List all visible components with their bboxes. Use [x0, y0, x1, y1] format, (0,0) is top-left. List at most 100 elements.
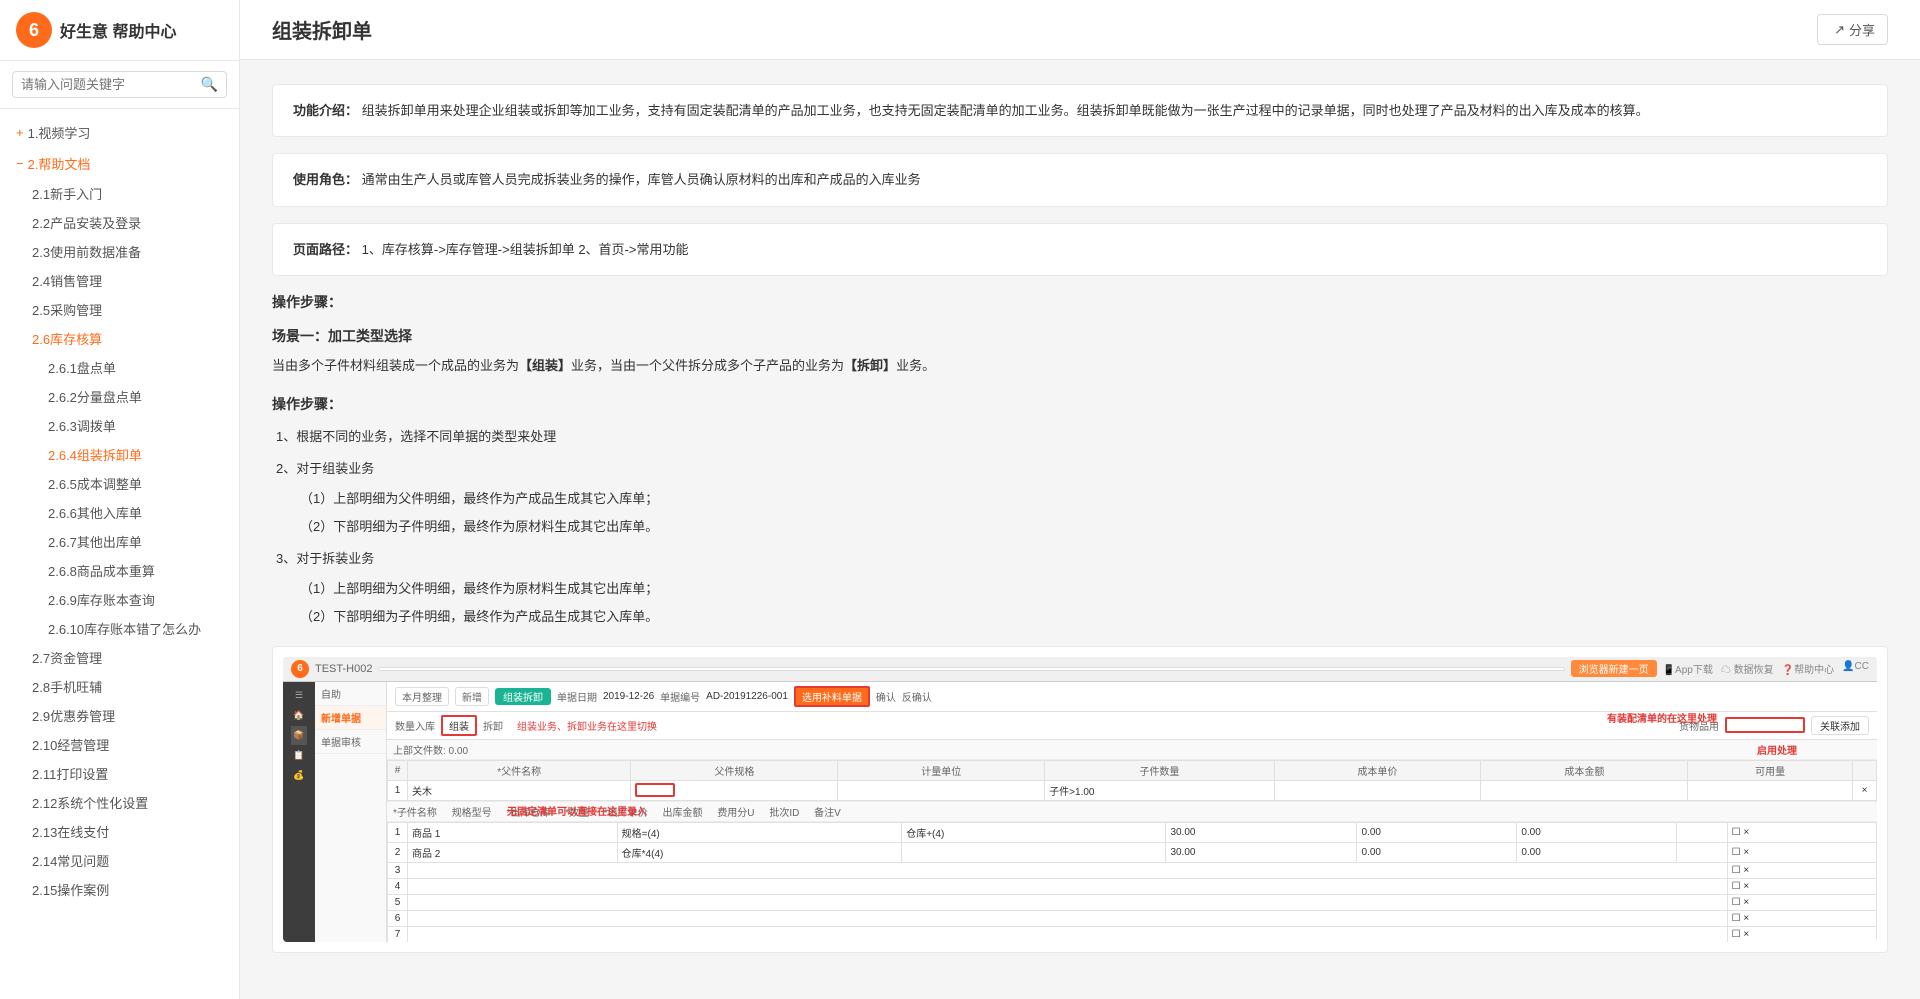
logo-text: 好生意 帮助中心	[60, 18, 176, 42]
function-intro-label: 功能介绍：	[293, 103, 358, 118]
step2-sub1: （1）上部明细为父件明细，最终作为产成品生成其它入库单；	[300, 486, 1888, 512]
sidebar-item-inv9[interactable]: 2.6.9库存账本查询	[0, 585, 239, 614]
ss-lower-row4: 4 ☐ ×	[388, 878, 1877, 894]
ss-lcell-qty2: 30.00	[1166, 842, 1357, 862]
ss-upper-tbody: 1 关木 子件>1.00 ×	[388, 780, 1877, 800]
ss-lcell-empty5	[408, 894, 1728, 910]
role-label: 使用角色：	[293, 172, 358, 187]
search-icon[interactable]: 🔍	[201, 76, 218, 93]
search-area: 🔍	[0, 61, 239, 109]
ss-lcell-wh2	[902, 842, 1166, 862]
ss-lower-row2: 2 商品 2 仓库*4(4) 30.00 0.00 0.00 ☐ ×	[388, 842, 1877, 862]
ss-th-goods: *父件名称	[408, 760, 631, 780]
ss-lcell-action4: ☐ ×	[1727, 878, 1876, 894]
annotation1-label: 有装配清单的在这里处理	[1607, 710, 1717, 725]
expand-icon: +	[16, 125, 24, 140]
share-button[interactable]: ↗ 分享	[1817, 14, 1888, 45]
step-list: 1、根据不同的业务，选择不同单据的类型来处理 2、对于组装业务 （1）上部明细为…	[276, 424, 1888, 630]
sidebar-item-inv7[interactable]: 2.6.7其他出库单	[0, 527, 239, 556]
ss-th-num: #	[388, 760, 408, 780]
ss-cell-avail1	[1688, 780, 1853, 800]
step2: 2、对于组装业务	[276, 456, 1888, 482]
sidebar-item-inv4[interactable]: 2.6.4组装拆卸单	[0, 440, 239, 469]
ss-highlighted-area1: 选用补料单据	[794, 686, 870, 707]
ss-lcell-wh1: 仓库+(4)	[902, 822, 1166, 842]
sidebar-item-print[interactable]: 2.11打印设置	[0, 759, 239, 788]
sidebar-item-install[interactable]: 2.2产品安装及登录	[0, 208, 239, 237]
logo-area: 6 好生意 帮助中心	[0, 0, 239, 61]
search-input[interactable]	[21, 77, 201, 92]
ss-lcell-name2: 商品 2	[408, 842, 618, 862]
search-box[interactable]: 🔍	[12, 71, 227, 98]
ss-lcell-idx7: 7	[388, 926, 408, 942]
sidebar-item-cases[interactable]: 2.15操作案例	[0, 875, 239, 904]
ss-lower-label6: 出库金额	[663, 808, 703, 819]
ss-main-panel: 本月整理 新增 组装拆卸 单据日期 2019-12-26 单据编号 AD-201…	[387, 682, 1877, 942]
ss-lower-table: 1 商品 1 规格=(4) 仓库+(4) 30.00 0.00 0.00 ☐ ×	[387, 822, 1877, 942]
sidebar-item-purchase[interactable]: 2.5采购管理	[0, 295, 239, 324]
sidebar-item-ops[interactable]: 2.10经营管理	[0, 730, 239, 759]
ss-lcell-idx2: 2	[388, 842, 408, 862]
ss-btn-new: 新增	[455, 687, 489, 706]
sidebar-item-online[interactable]: 2.13在线支付	[0, 817, 239, 846]
sidebar-item-docs[interactable]: − 2.帮助文档	[0, 148, 239, 179]
sidebar-item-inv2[interactable]: 2.6.2分量盘点单	[0, 382, 239, 411]
sidebar: 6 好生意 帮助中心 🔍 + 1.视频学习 − 2.帮助文档 2.1新手入门 2…	[0, 0, 240, 999]
ss-lcell-action2: ☐ ×	[1727, 842, 1876, 862]
path-items: 1、库存核算->库存管理->组装拆卸单 2、首页->常用功能	[362, 242, 689, 257]
steps-intro: 操作步骤：	[272, 394, 1888, 414]
ss-sub-sidebar: 自助 新增单据 单据审核	[315, 682, 387, 942]
sidebar-item-inv1[interactable]: 2.6.1盘点单	[0, 353, 239, 382]
sidebar-item-newbie[interactable]: 2.1新手入门	[0, 179, 239, 208]
sidebar-item-faq[interactable]: 2.14常见问题	[0, 846, 239, 875]
ss-lower-row1: 1 商品 1 规格=(4) 仓库+(4) 30.00 0.00 0.00 ☐ ×	[388, 822, 1877, 842]
ss-table-label: 上部文件数: 0.00	[393, 746, 468, 757]
ss-lcell-fee1	[1677, 822, 1728, 842]
sidebar-item-coupon[interactable]: 2.9优惠券管理	[0, 701, 239, 730]
ss-nav-icon4: 📋	[291, 746, 306, 765]
ss-lower-row5: 5 ☐ ×	[388, 894, 1877, 910]
scene1-desc: 当由多个子件材料组装成一个成品的业务为【组装】业务，当由一个父件拆分成多个子产品…	[272, 354, 1888, 377]
screenshot-container: 6 TEST-H002 浏览器新建一页 📱App下载☁ 数据恢复❓帮助中心👤CC…	[272, 646, 1888, 953]
function-intro-text: 组装拆卸单用来处理企业组装或拆卸等加工业务，支持有固定装配清单的产品加工业务，也…	[362, 103, 1649, 118]
sidebar-item-custom[interactable]: 2.12系统个性化设置	[0, 788, 239, 817]
sidebar-item-inv6[interactable]: 2.6.6其他入库单	[0, 498, 239, 527]
ss-lcell-action6: ☐ ×	[1727, 910, 1876, 926]
ss-lower-label2: 规格型号	[452, 808, 492, 819]
share-label: 分享	[1849, 20, 1875, 39]
ss-extra-btn2: 反确认	[902, 689, 932, 704]
ss-cell-cost1	[1274, 780, 1481, 800]
sidebar-item-prepare[interactable]: 2.3使用前数据准备	[0, 237, 239, 266]
sidebar-item-video[interactable]: + 1.视频学习	[0, 117, 239, 148]
ss-address-bar	[378, 667, 1564, 671]
ss-lcell-idx5: 5	[388, 894, 408, 910]
sidebar-item-inv3[interactable]: 2.6.3调拨单	[0, 411, 239, 440]
ss-upper-table-header: 上部文件数: 0.00	[387, 740, 1877, 760]
sidebar-item-inv8[interactable]: 2.6.8商品成本重算	[0, 556, 239, 585]
ss-goods-input	[1725, 717, 1805, 733]
sidebar-item-sales[interactable]: 2.4销售管理	[0, 266, 239, 295]
sidebar-item-inventory[interactable]: 2.6库存核算	[0, 324, 239, 353]
step3-sub2: （2）下部明细为子件明细，最终作为产成品生成其它入库单。	[300, 604, 1888, 630]
ss-lcell-amt2: 0.00	[1517, 842, 1677, 862]
ss-upper-table: # *父件名称 父件规格 计量单位 子件数量 成本单价 成本金额 可用量	[387, 760, 1877, 801]
ss-scan-btn: 关联添加	[1811, 716, 1869, 735]
ss-nav-icon5: 💰	[291, 766, 306, 785]
ss-lcell-spec2: 仓库*4(4)	[617, 842, 902, 862]
sidebar-item-inv10[interactable]: 2.6.10库存账本错了怎么办	[0, 614, 239, 643]
sidebar-item-mobile[interactable]: 2.8手机旺辅	[0, 672, 239, 701]
path-label: 页面路径：	[293, 242, 358, 257]
ss-sub-item-3: 单据审核	[315, 730, 386, 754]
step2-sub2: （2）下部明细为子件明细，最终作为原材料生成其它出库单。	[300, 514, 1888, 540]
ss-date-value: 2019-12-26	[603, 691, 654, 702]
sidebar-item-finance[interactable]: 2.7资金管理	[0, 643, 239, 672]
sidebar-item-inv5[interactable]: 2.6.5成本调整单	[0, 469, 239, 498]
ss-lcell-price1: 0.00	[1357, 822, 1517, 842]
ss-lcell-idx4: 4	[388, 878, 408, 894]
path-box: 页面路径： 1、库存核算->库存管理->组装拆卸单 2、首页->常用功能	[272, 223, 1888, 276]
main-content: 组装拆卸单 ↗ 分享 功能介绍： 组装拆卸单用来处理企业组装或拆卸等加工业务，支…	[240, 0, 1920, 999]
ss-lower-row3: 3 ☐ ×	[388, 862, 1877, 878]
annotation2-label: 组装业务、拆卸业务在这里切换	[517, 718, 657, 733]
ss-lower-label7: 费用分U	[717, 808, 754, 819]
ss-lcell-empty3	[408, 862, 1728, 878]
